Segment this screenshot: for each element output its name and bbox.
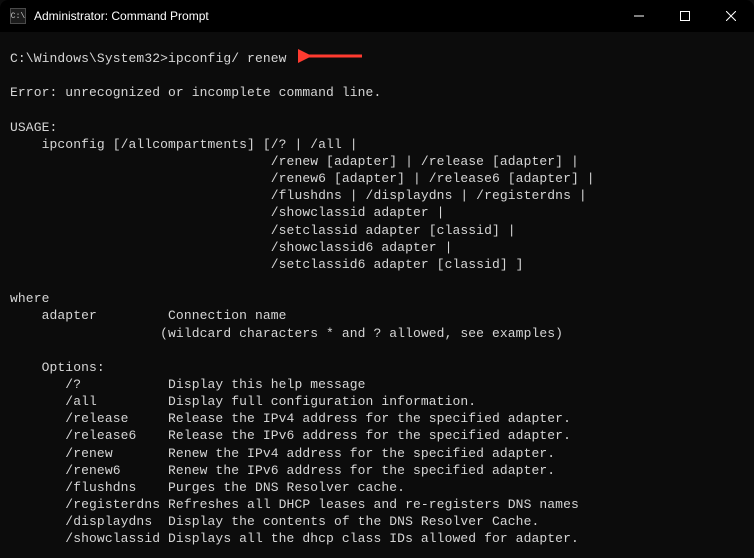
option-row: /? Display this help message xyxy=(10,377,366,392)
prompt-path: C:\Windows\System32> xyxy=(10,51,168,66)
usage-opt: /flushdns | /displaydns | /registerdns | xyxy=(10,188,587,203)
option-row: /release Release the IPv4 address for th… xyxy=(10,411,571,426)
option-row: /renew Renew the IPv4 address for the sp… xyxy=(10,446,555,461)
where-label: where xyxy=(10,291,50,306)
usage-opt: /setclassid adapter [classid] | xyxy=(10,223,516,238)
option-row: /displaydns Display the contents of the … xyxy=(10,514,539,529)
options-label: Options: xyxy=(10,360,105,375)
option-row: /renew6 Renew the IPv6 address for the s… xyxy=(10,463,555,478)
option-row: /showclassid Displays all the dhcp class… xyxy=(10,531,579,546)
usage-opt: /setclassid6 adapter [classid] ] xyxy=(10,257,524,272)
usage-opt: /renew [adapter] | /release [adapter] | xyxy=(10,154,579,169)
option-row: /release6 Release the IPv6 address for t… xyxy=(10,428,571,443)
close-button[interactable] xyxy=(708,0,754,32)
adapter-note: (wildcard characters * and ? allowed, se… xyxy=(10,326,563,341)
minimize-button[interactable] xyxy=(616,0,662,32)
usage-opt: /renew6 [adapter] | /release6 [adapter] … xyxy=(10,171,595,186)
minimize-icon xyxy=(634,11,644,21)
typed-command: ipconfig/ renew xyxy=(168,51,287,66)
usage-opt: /showclassid6 adapter | xyxy=(10,240,452,255)
error-line: Error: unrecognized or incomplete comman… xyxy=(10,85,381,100)
option-row: /all Display full configuration informat… xyxy=(10,394,476,409)
cmd-icon: C:\ xyxy=(10,8,26,24)
usage-opt: /showclassid adapter | xyxy=(10,205,445,220)
option-row: /registerdns Refreshes all DHCP leases a… xyxy=(10,497,579,512)
maximize-button[interactable] xyxy=(662,0,708,32)
titlebar[interactable]: C:\ Administrator: Command Prompt xyxy=(0,0,754,32)
maximize-icon xyxy=(680,11,690,21)
terminal-output[interactable]: C:\Windows\System32>ipconfig/ renew Erro… xyxy=(0,32,754,558)
option-row: /flushdns Purges the DNS Resolver cache. xyxy=(10,480,405,495)
close-icon xyxy=(726,11,736,21)
adapter-line: adapter Connection name xyxy=(10,308,287,323)
usage-syntax: ipconfig [/allcompartments] [/? | /all | xyxy=(10,137,358,152)
usage-label: USAGE: xyxy=(10,120,57,135)
window-title: Administrator: Command Prompt xyxy=(34,9,616,23)
